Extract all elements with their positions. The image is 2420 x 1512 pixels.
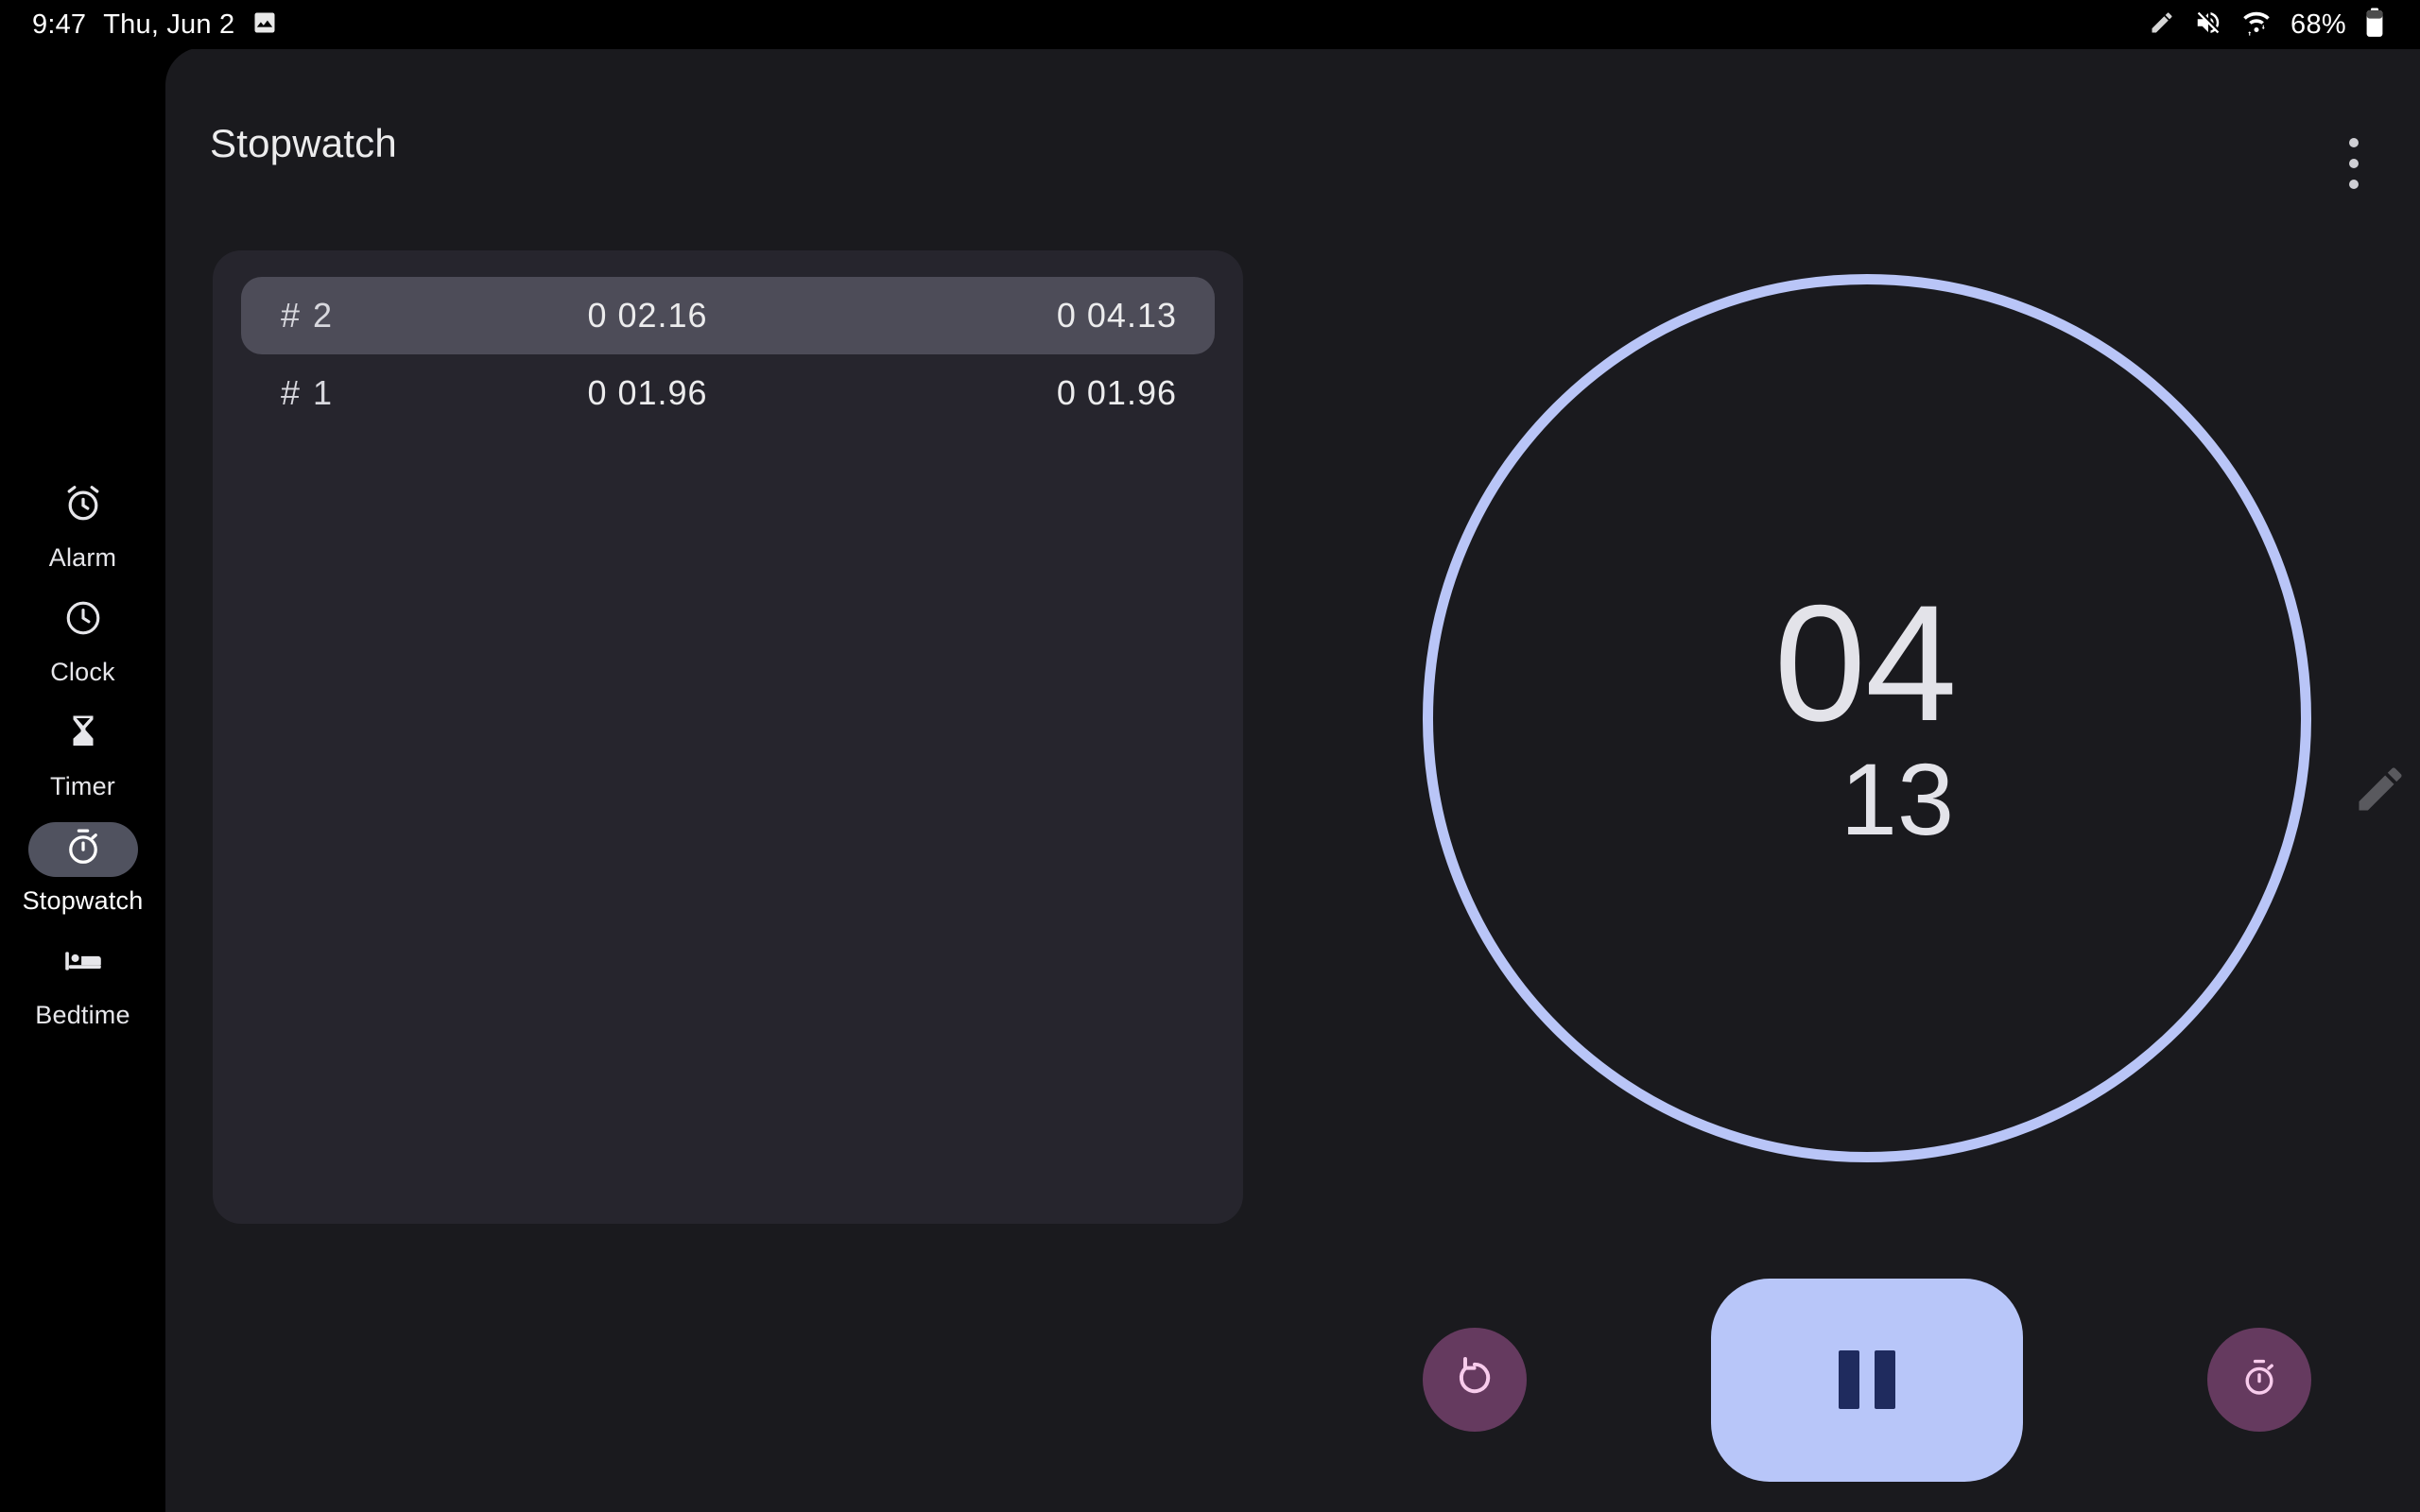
app-bar: Stopwatch xyxy=(165,47,2420,189)
sidebar-item-label: Stopwatch xyxy=(22,885,144,915)
lap-total: 0 01.96 xyxy=(1056,373,1177,412)
reset-button[interactable] xyxy=(1423,1328,1527,1432)
page-title: Stopwatch xyxy=(210,121,397,165)
lap-total: 0 04.13 xyxy=(1056,296,1177,335)
app-content-panel: Stopwatch # 2 0 02.16 0 04.13 # 1 0 01.9… xyxy=(165,47,2420,1512)
sidebar-item-label: Bedtime xyxy=(35,1000,130,1029)
sidebar-item-alarm[interactable]: Alarm xyxy=(0,473,165,582)
pause-icon xyxy=(1839,1350,1895,1409)
bedtime-pill xyxy=(28,936,138,991)
table-row[interactable]: # 2 0 02.16 0 04.13 xyxy=(241,277,1215,354)
stopwatch-controls xyxy=(1423,1278,2311,1482)
volume-muted-icon xyxy=(2194,9,2222,42)
pause-button[interactable] xyxy=(1711,1278,2023,1482)
sidebar-item-clock[interactable]: Clock xyxy=(0,588,165,696)
battery-percent: 68% xyxy=(2290,9,2346,40)
alarm-icon xyxy=(61,482,105,530)
edge-stylus-handle[interactable] xyxy=(2352,756,2409,822)
bed-icon xyxy=(61,939,105,988)
pencil-icon xyxy=(2149,9,2175,41)
reset-icon xyxy=(1451,1354,1498,1406)
status-date: Thu, Jun 2 xyxy=(103,9,235,40)
sidebar-item-label: Clock xyxy=(50,657,115,686)
image-icon xyxy=(251,9,278,41)
lap-list-card: # 2 0 02.16 0 04.13 # 1 0 01.96 0 01.96 xyxy=(213,250,1243,1224)
lap-split: 0 01.96 xyxy=(587,373,708,412)
screen: 9:47 Thu, Jun 2 68% Alarm Clock Timer St… xyxy=(0,0,2420,1512)
status-bar-left: 9:47 Thu, Jun 2 xyxy=(0,9,278,41)
lap-number: # 2 xyxy=(281,296,335,335)
clock-pill xyxy=(28,593,138,648)
stopwatch-dial: 04 13 xyxy=(1423,274,2311,1162)
pause-bar xyxy=(1839,1350,1859,1409)
stopwatch-time: 04 13 xyxy=(1423,274,2311,1162)
stopwatch-seconds: 04 xyxy=(1773,571,1958,756)
stopwatch-hundredths: 13 xyxy=(1840,742,1955,857)
battery-icon xyxy=(2365,8,2384,43)
table-row[interactable]: # 1 0 01.96 0 01.96 xyxy=(241,354,1215,432)
navigation-rail: Alarm Clock Timer Stopwatch Bedtime xyxy=(0,0,165,1512)
clock-icon xyxy=(62,597,104,644)
lap-number: # 1 xyxy=(281,373,335,412)
sidebar-item-label: Alarm xyxy=(48,542,117,572)
lap-button[interactable] xyxy=(2207,1328,2311,1432)
pause-bar xyxy=(1875,1350,1895,1409)
overflow-dot xyxy=(2349,180,2359,189)
stopwatch-icon xyxy=(61,825,105,873)
overflow-menu-button[interactable] xyxy=(2333,134,2375,193)
alarm-pill xyxy=(28,479,138,534)
timer-pill xyxy=(28,708,138,763)
stopwatch-icon xyxy=(2237,1355,2282,1405)
status-time: 9:47 xyxy=(32,9,87,40)
status-bar: 9:47 Thu, Jun 2 68% xyxy=(0,0,2420,49)
sidebar-item-label: Timer xyxy=(50,771,115,800)
lap-split: 0 02.16 xyxy=(587,296,708,335)
overflow-dot xyxy=(2349,159,2359,168)
sidebar-item-bedtime[interactable]: Bedtime xyxy=(0,931,165,1040)
status-bar-right: 68% xyxy=(2149,8,2420,43)
stopwatch-pill xyxy=(27,821,138,877)
hourglass-icon xyxy=(63,713,103,757)
sidebar-item-stopwatch[interactable]: Stopwatch xyxy=(0,816,165,925)
overflow-dot xyxy=(2349,138,2359,147)
wifi-icon xyxy=(2241,9,2272,42)
sidebar-item-timer[interactable]: Timer xyxy=(0,702,165,811)
